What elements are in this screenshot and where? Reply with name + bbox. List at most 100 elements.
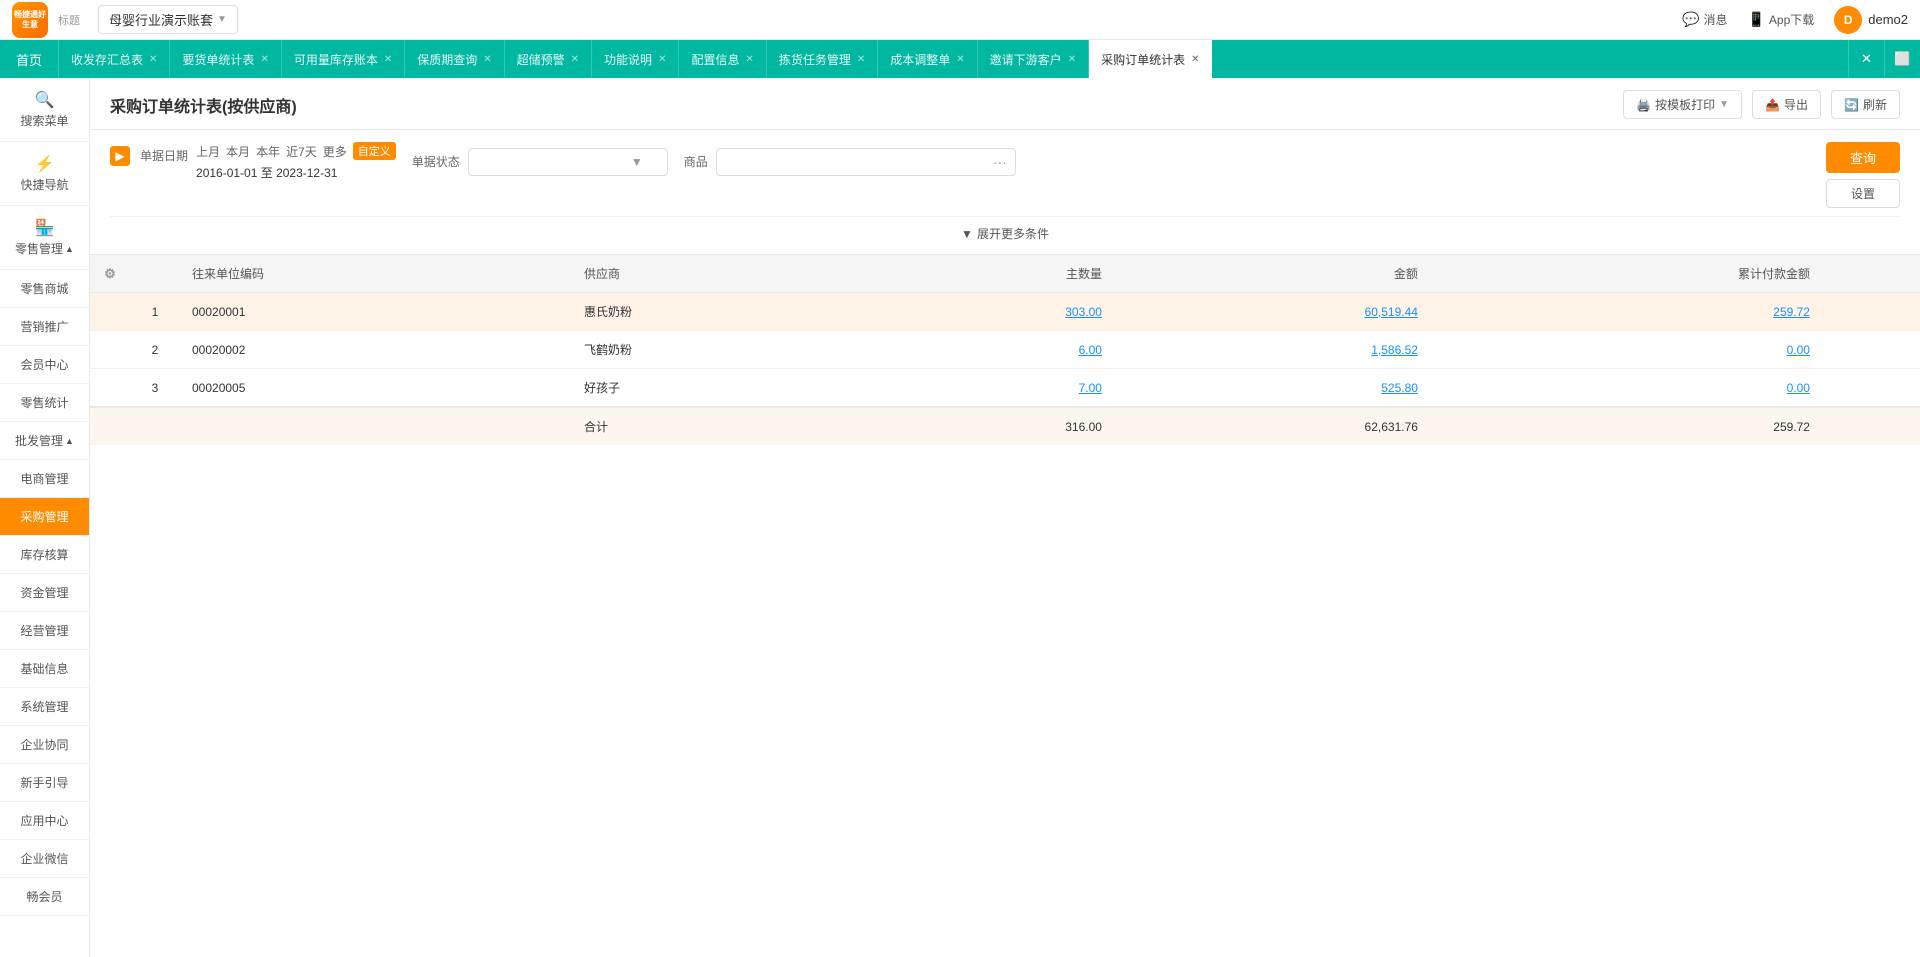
tab-maximize-btn[interactable]: ⬜ — [1884, 40, 1920, 78]
tab-baozhi[interactable]: 保质期查询 ✕ — [405, 40, 504, 78]
col-index — [130, 255, 180, 293]
close-icon[interactable]: ✕ — [658, 54, 666, 65]
tab-close-all-btn[interactable]: ✕ — [1848, 40, 1884, 78]
close-icon[interactable]: ✕ — [483, 54, 491, 65]
user-avatar[interactable]: D demo2 — [1834, 6, 1908, 34]
tab-keyongliang[interactable]: 可用量库存账本 ✕ — [282, 40, 405, 78]
table-row[interactable]: 1 00020001 惠氏奶粉 303.00 60,519.44 259.72 — [90, 293, 1920, 331]
sidebar-item-member2[interactable]: 畅会员 — [0, 878, 89, 916]
amount-cell[interactable]: 1,586.52 — [1114, 331, 1430, 369]
date-shortcut-more[interactable]: 更多 — [323, 143, 347, 160]
tab-chaoyujing[interactable]: 超储预警 ✕ — [505, 40, 592, 78]
close-icon[interactable]: ✕ — [956, 54, 964, 65]
col-paid-amount: 累计付款金额 — [1430, 255, 1822, 293]
amount-cell[interactable]: 60,519.44 — [1114, 293, 1430, 331]
custom-date-tag: 自定义 — [353, 142, 396, 160]
paid-amount-cell[interactable]: 0.00 — [1430, 369, 1822, 408]
date-shortcut-last-month[interactable]: 上月 — [196, 143, 220, 160]
close-icon[interactable]: ✕ — [857, 54, 865, 65]
col-supplier-name: 供应商 — [572, 255, 866, 293]
sidebar-item-purchase[interactable]: 采购管理 — [0, 498, 89, 536]
sidebar-item-ecommerce[interactable]: 电商管理 — [0, 460, 89, 498]
sidebar-item-basics[interactable]: 基础信息 — [0, 650, 89, 688]
date-shortcut-this-year[interactable]: 本年 — [256, 143, 280, 160]
quantity-cell[interactable]: 303.00 — [866, 293, 1114, 331]
tab-yaohuo[interactable]: 要货单统计表 ✕ — [170, 40, 281, 78]
sidebar-item-marketing[interactable]: 营销推广 — [0, 308, 89, 346]
tab-shoufa[interactable]: 收发存汇总表 ✕ — [59, 40, 170, 78]
amount-cell[interactable]: 525.80 — [1114, 369, 1430, 408]
print-btn[interactable]: 🖨️ 按模板打印 ▼ — [1623, 90, 1742, 119]
row-index: 3 — [130, 369, 180, 408]
sidebar-item-finance[interactable]: 资金管理 — [0, 574, 89, 612]
col-quantity: 主数量 — [866, 255, 1114, 293]
col-settings[interactable]: ⚙ — [90, 255, 130, 293]
paid-amount-cell[interactable]: 0.00 — [1430, 331, 1822, 369]
tab-peizhi[interactable]: 配置信息 ✕ — [679, 40, 766, 78]
close-icon[interactable]: ✕ — [1191, 54, 1199, 65]
chevron-down-icon: ▼ — [217, 14, 227, 25]
sidebar-item-retail-stats[interactable]: 零售统计 — [0, 384, 89, 422]
sidebar-item-system[interactable]: 系统管理 — [0, 688, 89, 726]
nav-home-tab[interactable]: 首页 — [0, 40, 59, 78]
export-btn[interactable]: 📤 导出 — [1752, 90, 1821, 119]
table-row[interactable]: 2 00020002 飞鹤奶粉 6.00 1,586.52 0.00 — [90, 331, 1920, 369]
close-icon[interactable]: ✕ — [745, 54, 753, 65]
status-label: 单据状态 — [412, 153, 460, 170]
tab-caigou-active[interactable]: 采购订单统计表 ✕ — [1089, 40, 1212, 78]
close-icon[interactable]: ✕ — [149, 54, 157, 65]
status-select[interactable]: ▼ — [468, 148, 668, 176]
supplier-name: 好孩子 — [572, 369, 866, 408]
close-icon[interactable]: ✕ — [260, 54, 268, 65]
date-shortcut-this-month[interactable]: 本月 — [226, 143, 250, 160]
sidebar-item-wechat[interactable]: 企业微信 — [0, 840, 89, 878]
sidebar-item-inventory[interactable]: 库存核算 — [0, 536, 89, 574]
date-shortcut-7days[interactable]: 近7天 — [286, 143, 317, 160]
tab-gongneng[interactable]: 功能说明 ✕ — [592, 40, 679, 78]
sidebar-item-quicknav[interactable]: ⚡ 快捷导航 — [0, 142, 89, 206]
date-range-display: 2016-01-01 至 2023-12-31 — [196, 164, 396, 181]
home-label: 首页 — [16, 50, 42, 69]
sidebar-item-retail-shop[interactable]: 零售商城 — [0, 270, 89, 308]
sidebar-item-operations[interactable]: 经营管理 — [0, 612, 89, 650]
col-extra — [1822, 255, 1920, 293]
filter-toggle-btn[interactable]: ▶ — [110, 146, 130, 166]
total-paid-amount: 259.72 — [1430, 407, 1822, 445]
supplier-code: 00020005 — [180, 369, 572, 408]
message-icon: 💬 — [1682, 11, 1699, 28]
refresh-btn[interactable]: 🔄 刷新 — [1831, 90, 1900, 119]
sidebar-item-retail-mgmt[interactable]: 🏪 零售管理 ▲ — [0, 206, 89, 270]
paid-amount-cell[interactable]: 259.72 — [1430, 293, 1822, 331]
close-icon[interactable]: ✕ — [384, 54, 392, 65]
table-row[interactable]: 3 00020005 好孩子 7.00 525.80 0.00 — [90, 369, 1920, 408]
message-btn[interactable]: 💬 消息 — [1682, 11, 1727, 28]
sidebar-item-enterprise[interactable]: 企业协同 — [0, 726, 89, 764]
close-icon[interactable]: ✕ — [1068, 54, 1076, 65]
workspace-selector[interactable]: 母婴行业演示账套 ▼ — [98, 5, 238, 34]
more-icon[interactable]: ··· — [993, 154, 1007, 170]
goods-input[interactable]: ··· — [716, 148, 1016, 176]
sidebar-item-search[interactable]: 🔍 搜索菜单 — [0, 78, 89, 142]
quantity-cell[interactable]: 6.00 — [866, 331, 1114, 369]
goods-label: 商品 — [684, 153, 708, 170]
column-settings-icon[interactable]: ⚙ — [104, 266, 116, 281]
quantity-cell[interactable]: 7.00 — [866, 369, 1114, 408]
app-download-btn[interactable]: 📱 App下载 — [1747, 11, 1814, 28]
col-supplier-code: 往来单位编码 — [180, 255, 572, 293]
sidebar-item-wholesale[interactable]: 批发管理 ▲ — [0, 422, 89, 460]
sidebar-item-newguide[interactable]: 新手引导 — [0, 764, 89, 802]
sidebar: 🔍 搜索菜单 ⚡ 快捷导航 🏪 零售管理 ▲ 零售商城 营销推广 会员中心 零售… — [0, 78, 90, 957]
sidebar-item-member[interactable]: 会员中心 — [0, 346, 89, 384]
page-title: 采购订单统计表(按供应商) — [110, 93, 297, 117]
tab-chengben[interactable]: 成本调整单 ✕ — [878, 40, 977, 78]
sidebar-item-appcenter[interactable]: 应用中心 — [0, 802, 89, 840]
avatar-initial: D — [1844, 13, 1853, 27]
tab-jianhuo[interactable]: 拣货任务管理 ✕ — [767, 40, 878, 78]
close-icon[interactable]: ✕ — [571, 54, 579, 65]
settings-button[interactable]: 设置 — [1826, 179, 1900, 208]
expand-more-btn[interactable]: ▼ 展开更多条件 — [961, 225, 1049, 242]
select-arrow-icon: ▼ — [631, 155, 643, 169]
query-button[interactable]: 查询 — [1826, 142, 1900, 173]
tab-yaoqing[interactable]: 邀请下游客户 ✕ — [978, 40, 1089, 78]
chevron-icon: ▲ — [65, 436, 74, 446]
